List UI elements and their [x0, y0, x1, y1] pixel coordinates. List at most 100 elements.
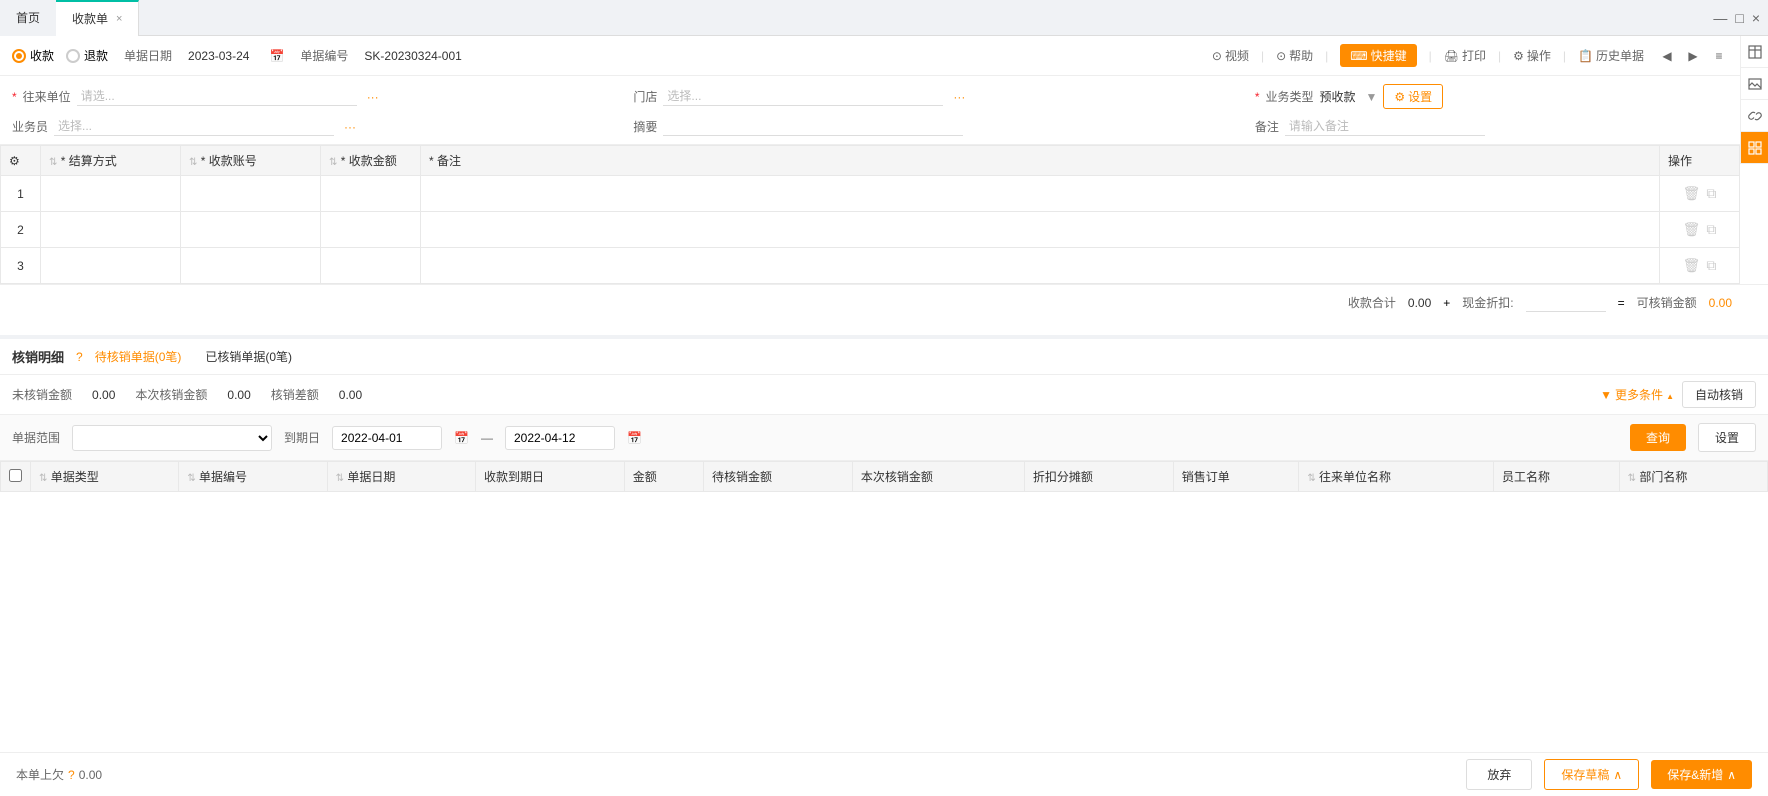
sidebar-expand-icon[interactable] [1741, 132, 1768, 164]
history-icon: 📋 [1578, 49, 1593, 63]
row-1-copy-icon[interactable]: ⧉ [1706, 185, 1716, 202]
sidebar-image-icon[interactable] [1741, 68, 1768, 100]
row-1-amount[interactable] [321, 176, 421, 212]
hexiao-info-icon[interactable]: ? [76, 350, 83, 364]
table-settings-icon[interactable]: ⚙ [9, 154, 20, 168]
business-type-value: 预收款 [1320, 88, 1356, 105]
operation-icon: ⚙ [1513, 49, 1524, 63]
radio-refund[interactable]: 退款 [66, 47, 108, 64]
staff-more-icon[interactable]: ··· [344, 120, 356, 134]
query-button[interactable]: 查询 [1630, 424, 1686, 451]
business-type-label: 业务类型 [1265, 88, 1313, 105]
auto-hexiao-btn[interactable]: 自动核销 [1682, 381, 1756, 408]
filter-settings-button[interactable]: 设置 [1698, 423, 1756, 452]
window-close-icon[interactable]: × [1752, 10, 1760, 26]
radio-collect[interactable]: 收款 [12, 47, 54, 64]
row-2-amount[interactable] [321, 212, 421, 248]
history-label: 历史单据 [1596, 47, 1644, 64]
sort-icon: ⇅ [49, 157, 57, 168]
save-new-label: 保存&新增 [1667, 766, 1723, 783]
sidebar-link-icon[interactable] [1741, 100, 1768, 132]
action-history[interactable]: 📋 历史单据 [1578, 47, 1644, 64]
diff-value: 0.00 [339, 388, 362, 402]
row-1-account[interactable] [181, 176, 321, 212]
store-input[interactable] [663, 87, 943, 106]
row-2-account[interactable] [181, 212, 321, 248]
remark-input[interactable] [1285, 117, 1485, 136]
nav-prev-icon[interactable]: ◀ [1656, 45, 1678, 67]
row-2-copy-icon[interactable]: ⧉ [1706, 221, 1716, 238]
tab-active-receipt[interactable]: 收款单 × [56, 0, 139, 36]
col-header-settle: ⇅ * 结算方式 [41, 146, 181, 176]
staff-input[interactable] [54, 117, 334, 136]
col-sales-order: 销售订单 [1173, 462, 1299, 492]
business-type-dropdown-icon[interactable]: ▼ [1366, 90, 1378, 104]
row-2-remark[interactable] [421, 212, 1660, 248]
due-date-label: 到期日 [284, 429, 320, 446]
doc-no-value: SK-20230324-001 [364, 49, 461, 63]
col-header-account: ⇅ * 收款账号 [181, 146, 321, 176]
list-icon[interactable]: ≡ [1708, 45, 1730, 67]
this-order-info-icon[interactable]: ? [68, 768, 75, 782]
tab-close-icon[interactable]: × [116, 13, 122, 25]
save-new-arrow: ∧ [1727, 768, 1736, 782]
store-more-icon[interactable]: ··· [953, 90, 965, 104]
due-date-to-input[interactable] [505, 426, 615, 450]
col-header-action: 操作 [1660, 146, 1740, 176]
row-3-copy-icon[interactable]: ⧉ [1706, 257, 1716, 274]
col-due-date-label: 收款到期日 [484, 470, 544, 484]
row-2-settle[interactable] [41, 212, 181, 248]
row-3-delete-icon[interactable]: 🗑 [1683, 257, 1701, 274]
row-3-settle[interactable] [41, 248, 181, 284]
hexiao-tab-done[interactable]: 已核销单据(0笔) [205, 348, 292, 365]
action-video[interactable]: ⊙ 视频 [1212, 47, 1249, 64]
col-action-label: 操作 [1668, 154, 1692, 168]
bottom-table: ⇅ 单据类型 ⇅ 单据编号 ⇅ 单据日期 收款到期日 [0, 461, 1768, 492]
tab-home[interactable]: 首页 [0, 0, 56, 36]
counterpart-input[interactable] [77, 87, 357, 106]
action-shortcut[interactable]: ⌨ 快捷键 [1340, 44, 1416, 67]
abandon-button[interactable]: 放弃 [1466, 759, 1532, 790]
row-2-delete-icon[interactable]: 🗑 [1683, 221, 1701, 238]
col-dept-name: ⇅ 部门名称 [1619, 462, 1767, 492]
save-draft-button[interactable]: 保存草稿 ∧ [1544, 759, 1639, 790]
doc-date-calendar-icon[interactable]: 📅 [269, 49, 284, 63]
settings-gear-icon: ⚙ [1394, 90, 1405, 104]
window-maximize-icon[interactable]: □ [1735, 10, 1743, 26]
hexiao-stats: 未核销金额 0.00 本次核销金额 0.00 核销差额 0.00 ▼ 更多条件 … [0, 375, 1768, 415]
sort-icon-3: ⇅ [329, 157, 337, 168]
row-3-amount[interactable] [321, 248, 421, 284]
more-conditions-btn[interactable]: ▼ 更多条件 [1600, 386, 1674, 403]
hexiao-tab-pending[interactable]: 待核销单据(0笔) [95, 348, 182, 365]
row-3-account[interactable] [181, 248, 321, 284]
discount-input[interactable] [1526, 293, 1606, 312]
radio-collect-dot [12, 49, 26, 63]
calendar-to-icon[interactable]: 📅 [627, 431, 642, 445]
calendar-from-icon[interactable]: 📅 [454, 431, 469, 445]
main-content: 收款 退款 单据日期 2023-03-24 📅 单据编号 SK-20230324… [0, 36, 1768, 796]
nav-next-icon[interactable]: ▶ [1682, 45, 1704, 67]
doc-range-select[interactable] [72, 425, 272, 451]
sidebar-table-icon[interactable] [1741, 36, 1768, 68]
row-1-delete-icon[interactable]: 🗑 [1683, 185, 1701, 202]
select-all-checkbox[interactable] [9, 469, 22, 482]
col-checkbox[interactable] [1, 462, 31, 492]
due-date-from-input[interactable] [332, 426, 442, 450]
save-new-button[interactable]: 保存&新增 ∧ [1651, 760, 1752, 789]
table-row: 2 🗑 ⧉ [1, 212, 1740, 248]
action-operation[interactable]: ⚙ 操作 [1513, 47, 1551, 64]
col-counterpart-name: ⇅ 往来单位名称 [1299, 462, 1494, 492]
counterpart-label: 往来单位 [23, 88, 71, 105]
settings-button[interactable]: ⚙ 设置 [1383, 84, 1443, 109]
row-1-settle[interactable] [41, 176, 181, 212]
col-header-settings[interactable]: ⚙ [1, 146, 41, 176]
summary-input[interactable] [663, 117, 963, 136]
right-sidebar [1740, 36, 1768, 164]
action-print[interactable]: 🖨 打印 [1444, 47, 1486, 64]
action-help[interactable]: ⊙ 帮助 [1276, 47, 1313, 64]
window-minimize-icon[interactable]: — [1713, 10, 1727, 26]
counterpart-more-icon[interactable]: ··· [367, 90, 379, 104]
radio-collect-label: 收款 [30, 47, 54, 64]
row-3-remark[interactable] [421, 248, 1660, 284]
row-1-remark[interactable] [421, 176, 1660, 212]
